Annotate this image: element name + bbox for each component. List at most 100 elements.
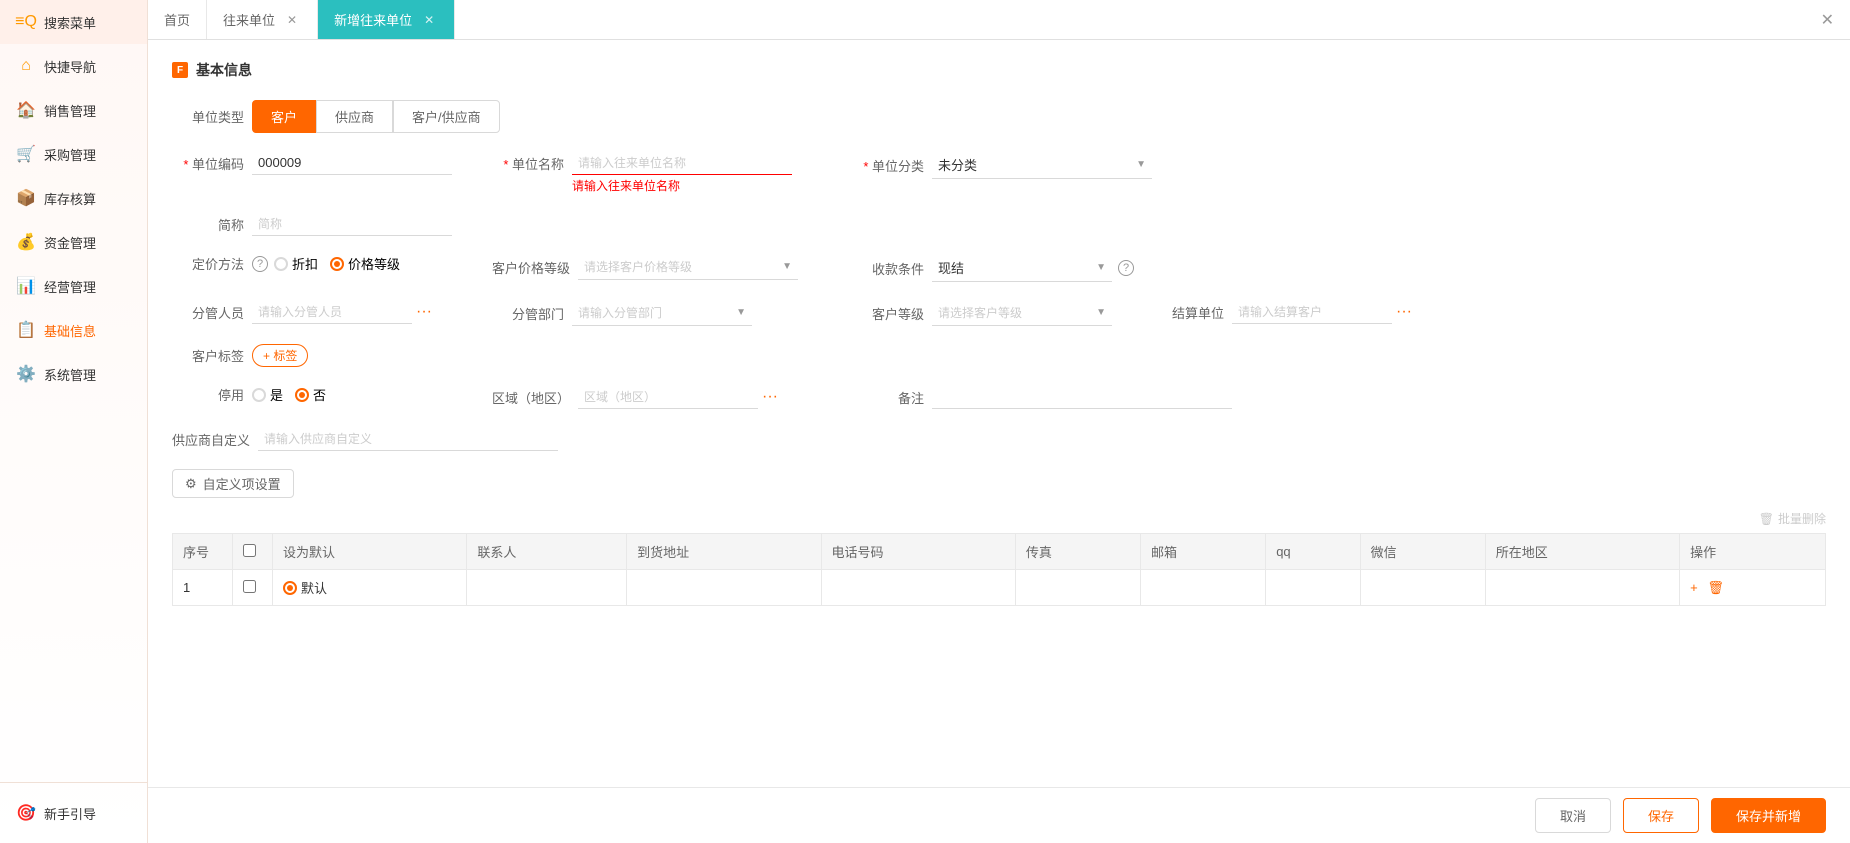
remarks-input[interactable] <box>932 385 1232 409</box>
batch-delete-label: 批量删除 <box>1778 510 1826 527</box>
sidebar-item-label: 基础信息 <box>44 321 96 340</box>
disabled-no-label: 否 <box>313 385 326 404</box>
unit-code-label: 单位编码 <box>172 154 252 173</box>
col-contact: 联系人 <box>467 534 627 570</box>
col-qq: qq <box>1266 534 1360 570</box>
sidebar-item-quicknav[interactable]: ⌂ 快捷导航 <box>0 44 147 88</box>
department-select[interactable]: 请输入分管部门 ▼ <box>572 300 752 326</box>
disabled-yes-option[interactable]: 是 <box>252 385 283 404</box>
region-more-icon[interactable]: ··· <box>758 388 782 406</box>
sidebar-item-system[interactable]: ⚙️ 系统管理 <box>0 352 147 396</box>
col-address: 到货地址 <box>627 534 821 570</box>
section-icon: F <box>172 62 188 78</box>
unit-type-buttons: 客户 供应商 客户/供应商 <box>252 100 500 133</box>
btn-supplier[interactable]: 供应商 <box>316 100 393 133</box>
supplier-custom-group: 供应商自定义 <box>172 427 1826 451</box>
unit-name-input[interactable] <box>572 151 792 175</box>
batch-delete-icon: 🗑 <box>1759 512 1774 526</box>
disabled-label: 停用 <box>172 385 252 404</box>
tab-new-contact-close[interactable]: ✕ <box>420 11 438 29</box>
unit-name-error: 请输入往来单位名称 <box>572 177 680 194</box>
pricing-row: 定价方法 ? 折扣 价格等级 客户价格等级 请选择客户价格等级 <box>172 254 1826 282</box>
sidebar-item-purchase[interactable]: 🛒 采购管理 <box>0 132 147 176</box>
settlement-more-icon[interactable]: ··· <box>1392 303 1416 321</box>
manager-row: 分管人员 ··· 分管部门 请输入分管部门 ▼ 客户等级 请选择客户等级 ▼ 结… <box>172 300 1826 326</box>
pricing-level-option[interactable]: 价格等级 <box>330 254 400 273</box>
pricing-help-icon[interactable]: ? <box>252 256 268 272</box>
row-phone <box>821 570 1015 606</box>
tags-row: 客户标签 + 标签 <box>172 344 1826 367</box>
sidebar: ≡Q 搜索菜单 ⌂ 快捷导航 🏠 销售管理 🛒 采购管理 📦 库存核算 💰 资金… <box>0 0 148 843</box>
settlement-unit-input[interactable] <box>1232 300 1392 324</box>
payment-terms-label: 收款条件 <box>852 259 932 278</box>
row-add-icon[interactable]: + <box>1690 580 1698 595</box>
tab-home-label: 首页 <box>164 10 190 29</box>
system-icon: ⚙️ <box>16 364 36 384</box>
region-label: 区域（地区） <box>492 388 578 407</box>
row-contact <box>467 570 627 606</box>
region-input[interactable] <box>578 385 758 409</box>
pricing-level-label: 价格等级 <box>348 254 400 273</box>
unit-category-value: 未分类 <box>938 155 1132 174</box>
form-footer: 取消 保存 保存并新增 <box>148 787 1850 843</box>
manager-input[interactable] <box>252 300 412 324</box>
sidebar-item-search[interactable]: ≡Q 搜索菜单 <box>0 0 147 44</box>
tab-contacts[interactable]: 往来单位 ✕ <box>207 0 318 39</box>
payment-terms-value: 现结 <box>938 258 1092 277</box>
unit-type-group: 单位类型 客户 供应商 客户/供应商 <box>172 100 1826 133</box>
pricing-discount-option[interactable]: 折扣 <box>274 254 318 273</box>
sidebar-item-sales[interactable]: 🏠 销售管理 <box>0 88 147 132</box>
custom-settings-button[interactable]: ⚙ 自定义项设置 <box>172 469 294 498</box>
disabled-no-option[interactable]: 否 <box>295 385 326 404</box>
payment-help-icon[interactable]: ? <box>1118 260 1134 276</box>
pricing-discount-label: 折扣 <box>292 254 318 273</box>
sidebar-item-operations[interactable]: 📊 经营管理 <box>0 264 147 308</box>
tab-home[interactable]: 首页 <box>148 0 207 39</box>
alias-input[interactable] <box>252 212 452 236</box>
inventory-icon: 📦 <box>16 188 36 208</box>
sidebar-item-finance[interactable]: 💰 资金管理 <box>0 220 147 264</box>
supplier-custom-input[interactable] <box>258 427 558 451</box>
table-body: 1 默认 <box>173 570 1826 606</box>
row-select-checkbox[interactable] <box>243 580 256 593</box>
row-default-radio-item[interactable]: 默认 <box>283 578 456 597</box>
add-tag-button[interactable]: + 标签 <box>252 344 308 367</box>
tab-bar: 首页 往来单位 ✕ 新增往来单位 ✕ ✕ <box>148 0 1850 40</box>
sidebar-item-inventory[interactable]: 📦 库存核算 <box>0 176 147 220</box>
tab-new-contact[interactable]: 新增往来单位 ✕ <box>318 0 455 39</box>
save-and-new-button[interactable]: 保存并新增 <box>1711 798 1826 833</box>
unit-category-select[interactable]: 未分类 ▼ <box>932 151 1152 179</box>
save-button[interactable]: 保存 <box>1623 798 1699 833</box>
category-chevron-icon: ▼ <box>1136 159 1146 170</box>
btn-customer[interactable]: 客户 <box>252 100 316 133</box>
main-area: 首页 往来单位 ✕ 新增往来单位 ✕ ✕ F 基本信息 单位类型 客户 供应商 … <box>148 0 1850 843</box>
select-all-checkbox[interactable] <box>243 544 256 557</box>
unit-type-label: 单位类型 <box>172 107 252 126</box>
customer-level-select[interactable]: 请选择客户等级 ▼ <box>932 300 1112 326</box>
col-region: 所在地区 <box>1485 534 1679 570</box>
window-close-button[interactable]: ✕ <box>1805 0 1850 39</box>
row-delete-icon[interactable]: 🗑 <box>1707 580 1724 595</box>
alias-label: 简称 <box>172 215 252 234</box>
disabled-yes-label: 是 <box>270 385 283 404</box>
settlement-unit-group: 结算单位 ··· <box>1152 300 1826 324</box>
unit-code-input[interactable] <box>252 151 452 175</box>
sidebar-item-newbie[interactable]: 🎯 新手引导 <box>0 791 147 835</box>
cancel-button[interactable]: 取消 <box>1535 798 1611 833</box>
supplier-custom-label: 供应商自定义 <box>172 430 258 449</box>
btn-both[interactable]: 客户/供应商 <box>393 100 500 133</box>
manager-more-icon[interactable]: ··· <box>412 303 436 321</box>
customer-price-level-select[interactable]: 请选择客户价格等级 ▼ <box>578 254 798 280</box>
disabled-row: 停用 是 否 区域（地区） ··· 备注 <box>172 385 1826 409</box>
batch-delete-area: 🗑 批量删除 <box>172 510 1826 527</box>
unit-name-label: 单位名称 <box>492 154 572 173</box>
payment-terms-select[interactable]: 现结 ▼ <box>932 254 1112 282</box>
section-title-text: 基本信息 <box>196 60 252 80</box>
sidebar-item-label: 采购管理 <box>44 145 96 164</box>
quicknav-icon: ⌂ <box>16 56 36 76</box>
sidebar-item-basic[interactable]: 📋 基础信息 <box>0 308 147 352</box>
department-value: 请输入分管部门 <box>578 304 732 321</box>
settings-gear-icon: ⚙ <box>185 476 197 492</box>
col-email: 邮箱 <box>1141 534 1266 570</box>
tab-contacts-close[interactable]: ✕ <box>283 11 301 29</box>
